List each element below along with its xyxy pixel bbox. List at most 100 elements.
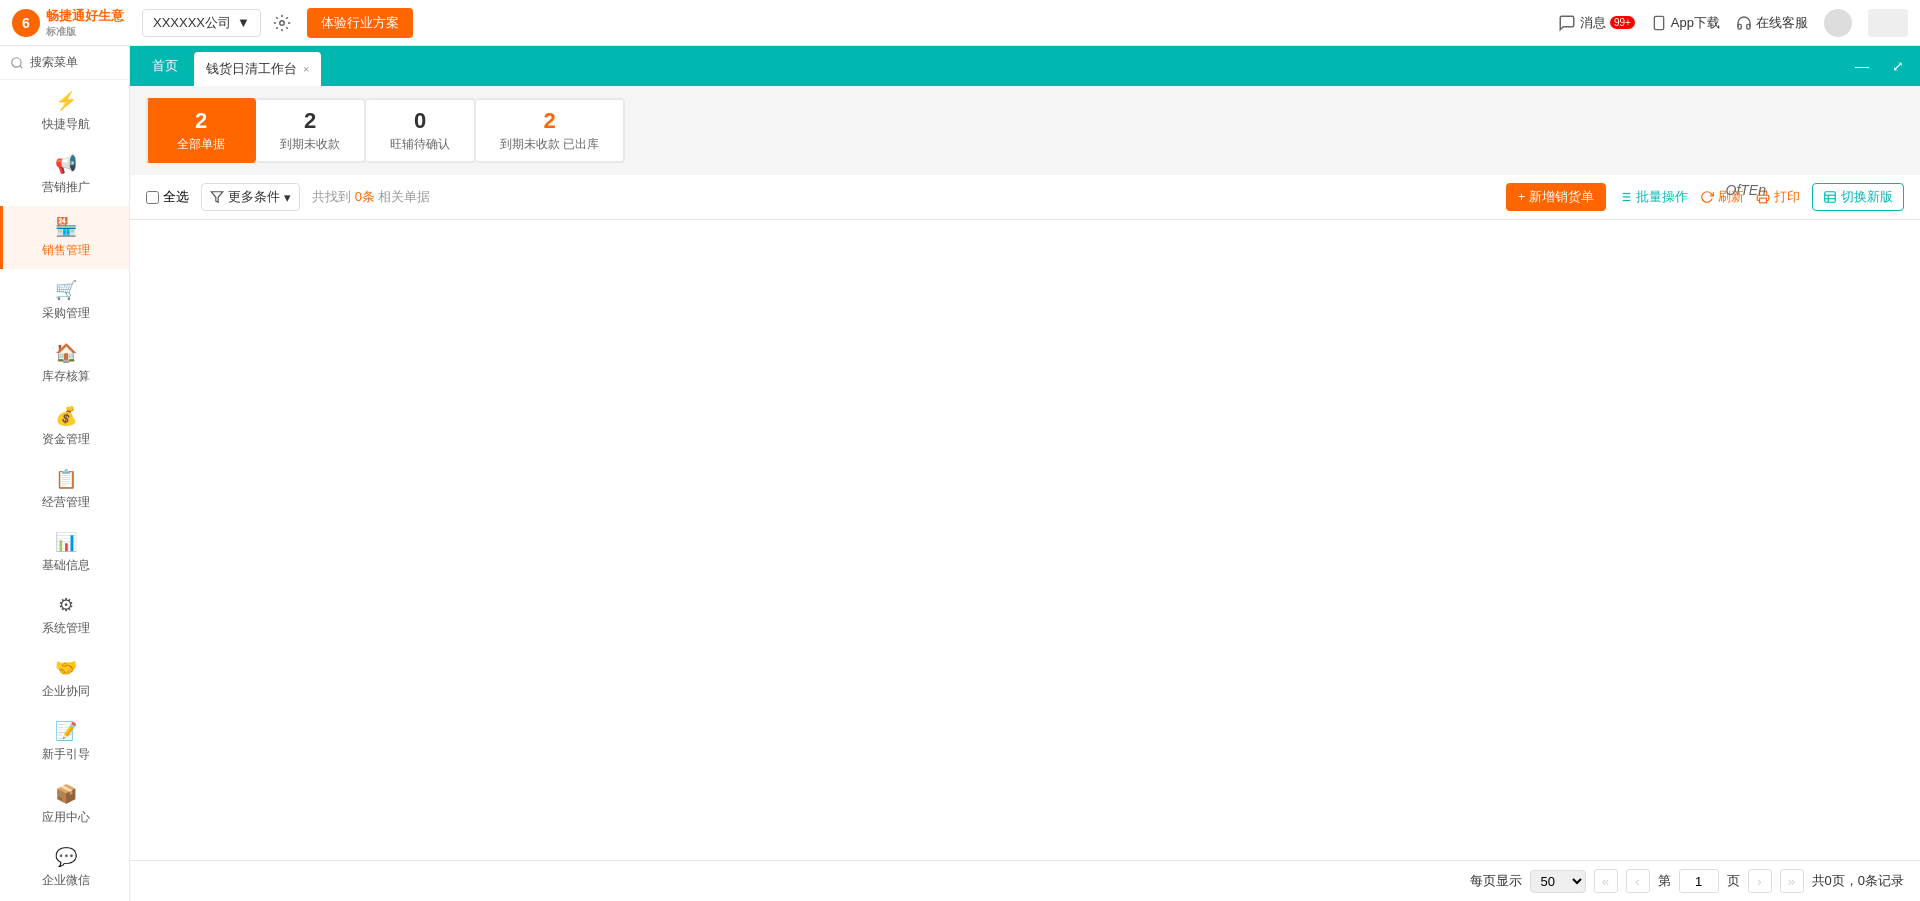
stat-overdue-num: 2 [304,108,316,134]
sidebar-label-finance: 资金管理 [42,431,90,448]
sidebar-label-cooperation: 企业协同 [42,683,90,700]
sidebar-label-basic-info: 基础信息 [42,557,90,574]
sidebar-item-app-center[interactable]: 📦 应用中心 [0,773,129,836]
svg-marker-5 [211,192,223,203]
toolbar-right: + 新增销货单 批量操作 刷新 [1506,183,1904,211]
avatar[interactable] [1824,9,1852,37]
sidebar-label-guide: 新手引导 [42,746,90,763]
switch-label: 切换新版 [1841,188,1893,206]
svg-line-4 [20,65,23,68]
search-menu-label: 搜索菜单 [30,54,78,71]
stat-all[interactable]: 2 全部单据 [146,98,256,163]
sidebar-item-basic-info[interactable]: 📊 基础信息 [0,521,129,584]
tab-expand-button[interactable]: ⤢ [1884,52,1912,80]
stat-all-label: 全部单据 [177,136,225,153]
tab-close-button[interactable]: × [303,63,309,75]
sidebar-item-operation[interactable]: 📋 经营管理 [0,458,129,521]
next-page-button[interactable]: › [1748,869,1772,893]
sidebar-item-finance[interactable]: 💰 资金管理 [0,395,129,458]
last-page-button[interactable]: » [1780,869,1804,893]
stat-overdue-out-label: 到期未收款 已出库 [500,136,599,153]
quick-nav-icon: ⚡ [55,90,77,112]
sidebar-label-purchase: 采购管理 [42,305,90,322]
sidebar-item-cooperation[interactable]: 🤝 企业协同 [0,647,129,710]
tab-bar: 首页 钱货日清工作台 × — ⤢ [130,46,1920,86]
filter-label: 更多条件 [228,188,280,206]
first-page-button[interactable]: « [1594,869,1618,893]
tab-workbench[interactable]: 钱货日清工作台 × [194,52,321,86]
batch-operation-button[interactable]: 批量操作 [1618,188,1688,206]
message-button[interactable]: 消息 99+ [1558,14,1635,32]
select-all-label: 全选 [163,188,189,206]
select-all-checkbox[interactable]: 全选 [146,188,189,206]
per-page-label: 每页显示 [1470,872,1522,890]
sidebar-item-inventory[interactable]: 🏠 库存核算 [0,332,129,395]
operation-icon: 📋 [55,468,77,490]
user-name[interactable] [1868,9,1908,37]
stat-overdue-label: 到期未收款 [280,136,340,153]
experience-button[interactable]: 体验行业方案 [307,8,413,38]
prev-page-button[interactable]: ‹ [1626,869,1650,893]
wechat-icon: 💬 [55,846,77,868]
page-number-input[interactable] [1679,869,1719,893]
app-version: 标准版 [46,25,124,39]
settings-button[interactable] [267,8,297,38]
stat-wangpu[interactable]: 0 旺辅待确认 [366,98,476,163]
cooperation-icon: 🤝 [55,657,77,679]
stat-overdue[interactable]: 2 到期未收款 [256,98,366,163]
often-badge: OfTEn [1726,182,1766,198]
table-area [130,220,1920,860]
svg-point-3 [12,57,21,66]
empty-area [130,220,1920,860]
stat-wangpu-label: 旺辅待确认 [390,136,450,153]
online-service-button[interactable]: 在线客服 [1736,14,1808,32]
pagination: 每页显示 50 100 200 « ‹ 第 页 › » 共0页，0条记录 [130,860,1920,901]
sidebar-item-wechat[interactable]: 💬 企业微信 [0,836,129,899]
company-dropdown-icon: ▼ [237,15,250,30]
found-count: 0条 [355,189,375,204]
sidebar-label-operation: 经营管理 [42,494,90,511]
svg-rect-13 [1825,192,1836,203]
sidebar-label-sales: 销售管理 [42,242,90,259]
sidebar: 搜索菜单 ⚡ 快捷导航 📢 营销推广 🏪 销售管理 🛒 采购管理 🏠 库存核算 … [0,46,130,901]
logo-area: 6 畅捷通好生意 标准版 [12,7,142,39]
sidebar-search[interactable]: 搜索菜单 [0,46,129,80]
print-label: 打印 [1774,188,1800,206]
stat-overdue-out-num: 2 [544,108,556,134]
stat-wangpu-num: 0 [414,108,426,134]
purchase-icon: 🛒 [55,279,77,301]
select-all-input[interactable] [146,191,159,204]
more-filter-button[interactable]: 更多条件 ▾ [201,183,300,211]
sidebar-item-quick-nav[interactable]: ⚡ 快捷导航 [0,80,129,143]
online-service-label: 在线客服 [1756,14,1808,32]
app-download-label: App下载 [1671,14,1720,32]
app-center-icon: 📦 [55,783,77,805]
sidebar-item-marketing[interactable]: 📢 营销推广 [0,143,129,206]
sidebar-item-system[interactable]: ⚙ 系统管理 [0,584,129,647]
sidebar-item-purchase[interactable]: 🛒 采购管理 [0,269,129,332]
app-download-button[interactable]: App下载 [1651,14,1720,32]
top-right-area: 消息 99+ App下载 在线客服 [1558,9,1908,37]
tab-minimize-button[interactable]: — [1848,52,1876,80]
sidebar-item-sales[interactable]: 🏪 销售管理 [0,206,129,269]
page-suffix: 页 [1727,872,1740,890]
switch-version-button[interactable]: 切换新版 [1812,183,1904,211]
tab-home[interactable]: 首页 [138,46,192,86]
top-bar: 6 畅捷通好生意 标准版 XXXXXX公司 ▼ 体验行业方案 消息 99+ [0,0,1920,46]
stat-overdue-out[interactable]: 2 到期未收款 已出库 [476,98,625,163]
stats-row: 2 全部单据 2 到期未收款 0 旺辅待确认 2 到期未收款 已出库 [130,86,1920,175]
message-badge: 99+ [1610,16,1635,29]
basic-info-icon: 📊 [55,531,77,553]
inventory-icon: 🏠 [55,342,77,364]
sidebar-label-inventory: 库存核算 [42,368,90,385]
per-page-select[interactable]: 50 100 200 [1530,870,1586,893]
sidebar-label-system: 系统管理 [42,620,90,637]
add-order-button[interactable]: + 新增销货单 [1506,183,1606,211]
page-label: 第 [1658,872,1671,890]
logo-icon: 6 [12,9,40,37]
sidebar-label-marketing: 营销推广 [42,179,90,196]
company-selector[interactable]: XXXXXX公司 ▼ [142,9,261,37]
sidebar-item-guide[interactable]: 📝 新手引导 [0,710,129,773]
sidebar-label-app-center: 应用中心 [42,809,90,826]
tab-workbench-label: 钱货日清工作台 [206,60,297,78]
